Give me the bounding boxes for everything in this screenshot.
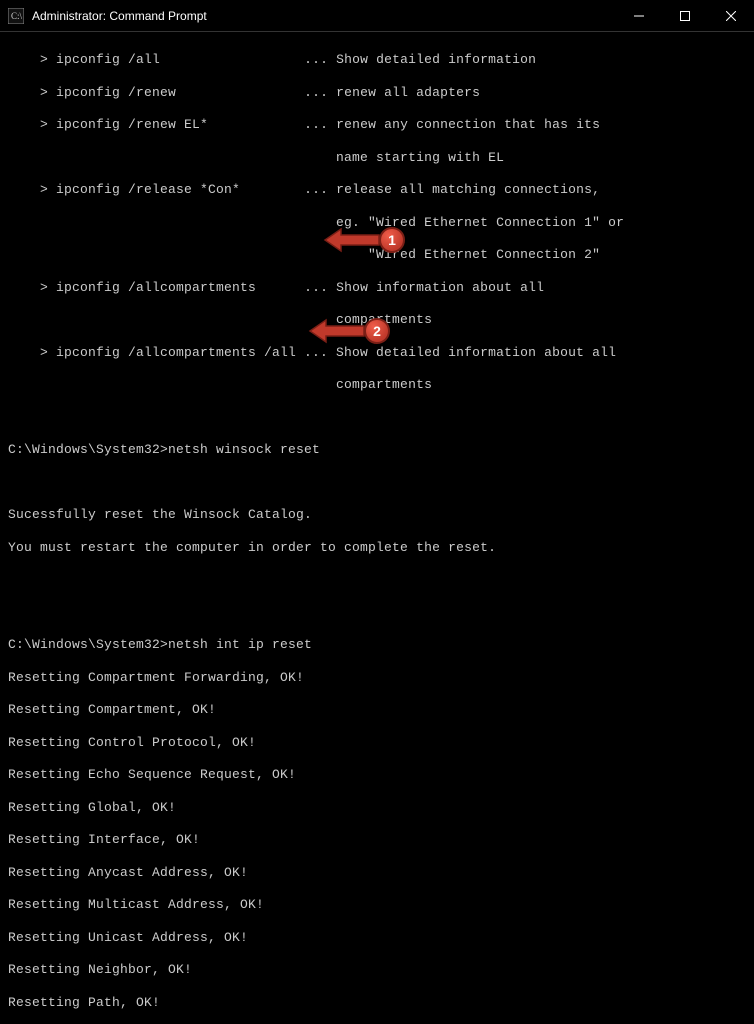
prompt: C:\Windows\System32> [8,637,168,652]
help-line: eg. "Wired Ethernet Connection 1" or [8,215,746,231]
svg-text:C:\: C:\ [11,11,23,21]
help-line: name starting with EL [8,150,746,166]
help-line: > ipconfig /renew ... renew all adapters [8,85,746,101]
help-line: > ipconfig /release *Con* ... release al… [8,182,746,198]
help-line: > ipconfig /allcompartments /all ... Sho… [8,345,746,361]
help-line: > ipconfig /all ... Show detailed inform… [8,52,746,68]
cmd-icon: C:\ [8,8,24,24]
output-line: Sucessfully reset the Winsock Catalog. [8,507,746,523]
prompt-line: C:\Windows\System32>netsh int ip reset [8,637,746,653]
window-controls [616,0,754,31]
prompt-line: C:\Windows\System32>netsh winsock reset [8,442,746,458]
output-line: You must restart the computer in order t… [8,540,746,556]
close-button[interactable] [708,0,754,32]
blank-line [8,605,746,621]
output-line: Resetting Neighbor, OK! [8,962,746,978]
help-line: compartments [8,377,746,393]
output-line: Resetting Unicast Address, OK! [8,930,746,946]
output-line: Resetting Path, OK! [8,995,746,1011]
minimize-button[interactable] [616,0,662,32]
blank-line [8,475,746,491]
titlebar[interactable]: C:\ Administrator: Command Prompt [0,0,754,32]
output-line: Resetting Multicast Address, OK! [8,897,746,913]
prompt: C:\Windows\System32> [8,442,168,457]
output-line: Resetting Compartment, OK! [8,702,746,718]
output-line: Resetting Interface, OK! [8,832,746,848]
help-line: compartments [8,312,746,328]
help-line: > ipconfig /renew EL* ... renew any conn… [8,117,746,133]
command-text: netsh winsock reset [168,442,320,457]
command-text: netsh int ip reset [168,637,312,652]
output-line: Resetting Anycast Address, OK! [8,865,746,881]
output-line: Resetting Global, OK! [8,800,746,816]
output-line: Resetting Control Protocol, OK! [8,735,746,751]
output-line: Resetting Echo Sequence Request, OK! [8,767,746,783]
blank-line [8,572,746,588]
help-line: > ipconfig /allcompartments ... Show inf… [8,280,746,296]
window-title: Administrator: Command Prompt [32,9,616,23]
maximize-button[interactable] [662,0,708,32]
blank-line [8,410,746,426]
help-line: "Wired Ethernet Connection 2" [8,247,746,263]
terminal-output[interactable]: > ipconfig /all ... Show detailed inform… [0,32,754,1024]
output-line: Resetting Compartment Forwarding, OK! [8,670,746,686]
